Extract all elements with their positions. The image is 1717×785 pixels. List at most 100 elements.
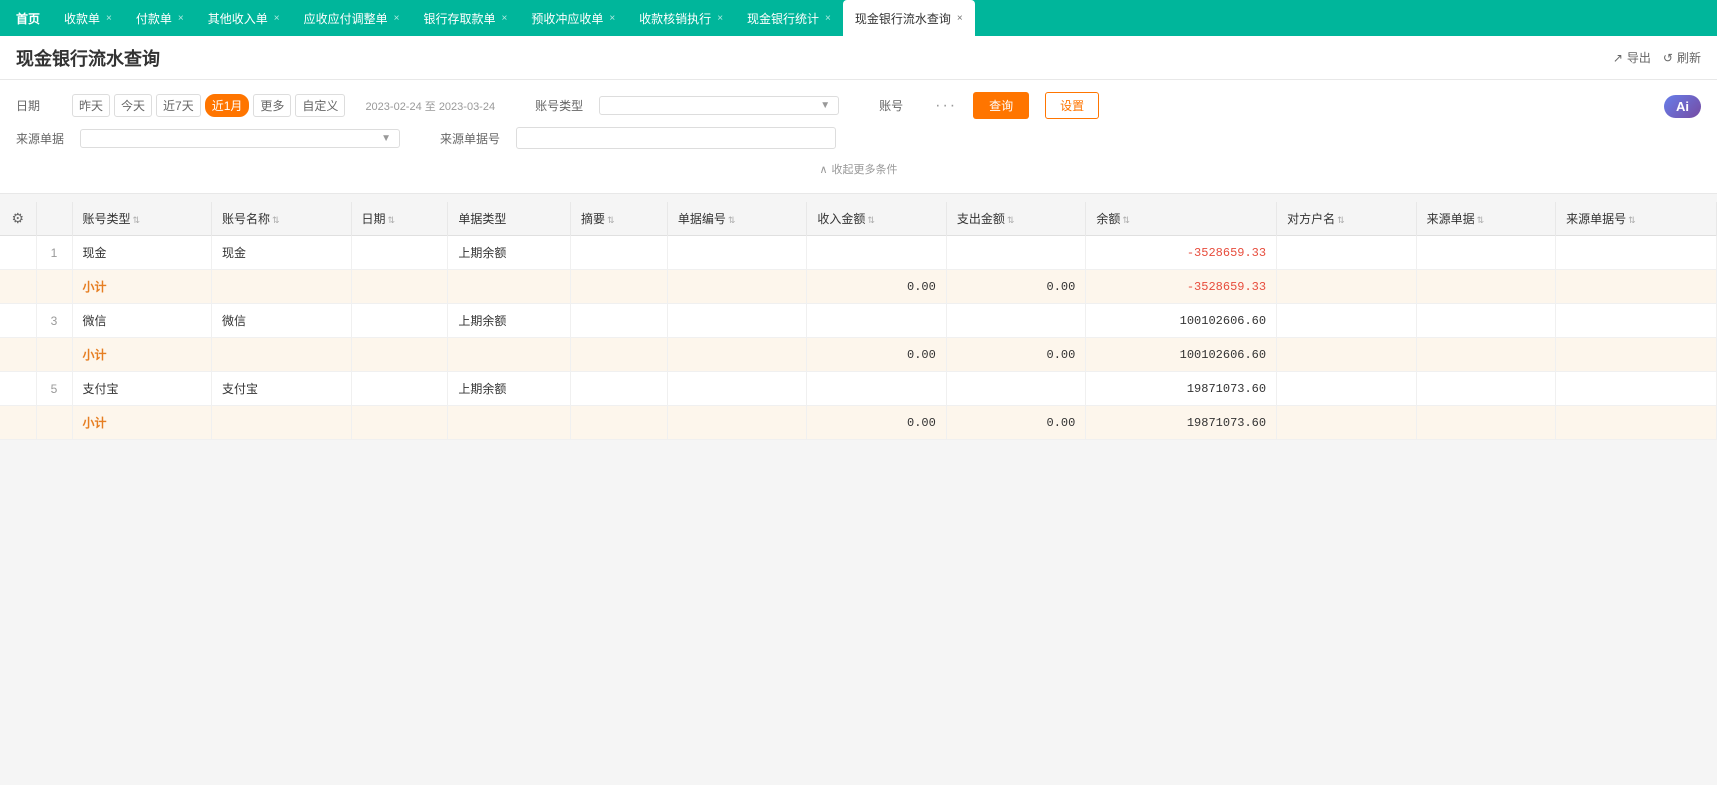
cell-row_num: 1 — [36, 236, 72, 270]
cell-doc_no — [667, 338, 807, 372]
date-btn-近1月[interactable]: 近1月 — [205, 94, 250, 117]
col-header-row_num — [36, 202, 72, 236]
nav-close-bank-deposit[interactable]: × — [501, 13, 507, 24]
cell-account_type: 小计 — [72, 270, 212, 304]
date-btn-昨天[interactable]: 昨天 — [72, 94, 110, 117]
sort-icon-income: ⇅ — [867, 215, 875, 225]
nav-item-advance-receipt[interactable]: 预收冲应收单× — [519, 0, 627, 36]
col-header-account_type[interactable]: 账号类型⇅ — [72, 202, 212, 236]
date-btn-自定义[interactable]: 自定义 — [295, 94, 345, 117]
col-header-income[interactable]: 收入金额⇅ — [807, 202, 947, 236]
page-header: 现金银行流水查询 ↗ 导出 ↺ 刷新 — [0, 36, 1717, 80]
cell-income: 0.00 — [807, 338, 947, 372]
cell-account_name: 现金 — [212, 236, 352, 270]
cell-date — [351, 270, 448, 304]
filter-row-date: 日期 昨天今天近7天近1月更多自定义 2023-02-24 至 2023-03-… — [16, 92, 1701, 119]
ai-button[interactable]: Ai — [1664, 95, 1701, 118]
nav-close-other-income[interactable]: × — [274, 13, 280, 24]
date-btn-今天[interactable]: 今天 — [114, 94, 152, 117]
cell-row_num: 3 — [36, 304, 72, 338]
sort-icon-summary: ⇅ — [607, 215, 615, 225]
nav-close-cash-bank-stats[interactable]: × — [825, 13, 831, 24]
cell-doc_no — [667, 372, 807, 406]
settings-button[interactable]: 设置 — [1045, 92, 1099, 119]
cell-source_doc — [1416, 270, 1556, 304]
cell-summary — [570, 270, 667, 304]
nav-item-home[interactable]: 首页 — [4, 0, 52, 36]
query-button[interactable]: 查询 — [973, 92, 1029, 119]
sort-icon-counterpart: ⇅ — [1337, 215, 1345, 225]
col-header-balance[interactable]: 余额⇅ — [1086, 202, 1277, 236]
sort-icon-source_doc: ⇅ — [1477, 215, 1485, 225]
nav-close-cash-flow-query[interactable]: × — [957, 13, 963, 24]
export-button[interactable]: ↗ 导出 — [1613, 49, 1651, 66]
cell-income: 0.00 — [807, 270, 947, 304]
account-type-arrow-icon: ▼ — [820, 100, 830, 111]
cell-date — [351, 304, 448, 338]
nav-bar: 首页收款单×付款单×其他收入单×应收应付调整单×银行存取款单×预收冲应收单×收款… — [0, 0, 1717, 36]
cell-counterpart — [1277, 338, 1417, 372]
cell-settings — [0, 236, 36, 270]
col-header-source_doc[interactable]: 来源单据⇅ — [1416, 202, 1556, 236]
date-buttons: 昨天今天近7天近1月更多自定义 — [72, 94, 345, 117]
table-row: 3微信微信上期余额100102606.60 — [0, 304, 1717, 338]
nav-item-bank-deposit[interactable]: 银行存取款单× — [411, 0, 519, 36]
col-header-settings: ⚙ — [0, 202, 36, 236]
collapse-bar[interactable]: ∧ 收起更多条件 — [16, 157, 1701, 181]
col-header-summary[interactable]: 摘要⇅ — [570, 202, 667, 236]
nav-close-receipt[interactable]: × — [106, 13, 112, 24]
cell-source_doc — [1416, 338, 1556, 372]
col-header-date[interactable]: 日期⇅ — [351, 202, 448, 236]
col-header-account_name[interactable]: 账号名称⇅ — [212, 202, 352, 236]
cell-account_type: 现金 — [72, 236, 212, 270]
account-more-button[interactable]: ··· — [935, 97, 957, 115]
cell-counterpart — [1277, 236, 1417, 270]
cell-doc_no — [667, 236, 807, 270]
nav-item-receipt-writeoff[interactable]: 收款核销执行× — [627, 0, 735, 36]
nav-item-other-income[interactable]: 其他收入单× — [196, 0, 292, 36]
cell-doc_type — [448, 338, 571, 372]
cell-doc_type: 上期余额 — [448, 372, 571, 406]
cell-expense: 0.00 — [946, 270, 1086, 304]
col-header-source_doc_no[interactable]: 来源单据号⇅ — [1556, 202, 1717, 236]
cell-source_doc_no — [1556, 338, 1717, 372]
refresh-button[interactable]: ↺ 刷新 — [1663, 49, 1701, 66]
col-header-expense[interactable]: 支出金额⇅ — [946, 202, 1086, 236]
cell-counterpart — [1277, 372, 1417, 406]
nav-item-cash-bank-stats[interactable]: 现金银行统计× — [735, 0, 843, 36]
nav-close-adjustment[interactable]: × — [394, 13, 400, 24]
cell-counterpart — [1277, 270, 1417, 304]
date-btn-近7天[interactable]: 近7天 — [156, 94, 201, 117]
cell-counterpart — [1277, 304, 1417, 338]
nav-close-receipt-writeoff[interactable]: × — [717, 13, 723, 24]
col-header-counterpart[interactable]: 对方户名⇅ — [1277, 202, 1417, 236]
nav-item-payment[interactable]: 付款单× — [124, 0, 196, 36]
table-settings-icon[interactable]: ⚙ — [11, 210, 24, 226]
cell-row_num — [36, 338, 72, 372]
nav-item-cash-flow-query[interactable]: 现金银行流水查询× — [843, 0, 975, 36]
cell-settings — [0, 406, 36, 440]
nav-item-receipt[interactable]: 收款单× — [52, 0, 124, 36]
cell-row_num — [36, 270, 72, 304]
cell-settings — [0, 372, 36, 406]
nav-close-advance-receipt[interactable]: × — [609, 13, 615, 24]
nav-close-payment[interactable]: × — [178, 13, 184, 24]
cell-balance: 100102606.60 — [1086, 338, 1277, 372]
cell-date — [351, 338, 448, 372]
source-doc-arrow-icon: ▼ — [381, 133, 391, 144]
account-type-select[interactable]: ▼ — [599, 96, 839, 115]
cell-doc_type: 上期余额 — [448, 304, 571, 338]
col-header-doc_no[interactable]: 单据编号⇅ — [667, 202, 807, 236]
cell-row_num — [36, 406, 72, 440]
cell-source_doc_no — [1556, 406, 1717, 440]
source-doc-no-input[interactable] — [516, 127, 836, 149]
cell-account_type: 小计 — [72, 338, 212, 372]
refresh-label: 刷新 — [1677, 49, 1701, 66]
date-btn-更多[interactable]: 更多 — [253, 94, 291, 117]
cell-date — [351, 372, 448, 406]
nav-item-adjustment[interactable]: 应收应付调整单× — [292, 0, 412, 36]
cell-source_doc — [1416, 304, 1556, 338]
source-doc-select[interactable]: ▼ — [80, 129, 400, 148]
cell-doc_no — [667, 304, 807, 338]
cell-income — [807, 236, 947, 270]
